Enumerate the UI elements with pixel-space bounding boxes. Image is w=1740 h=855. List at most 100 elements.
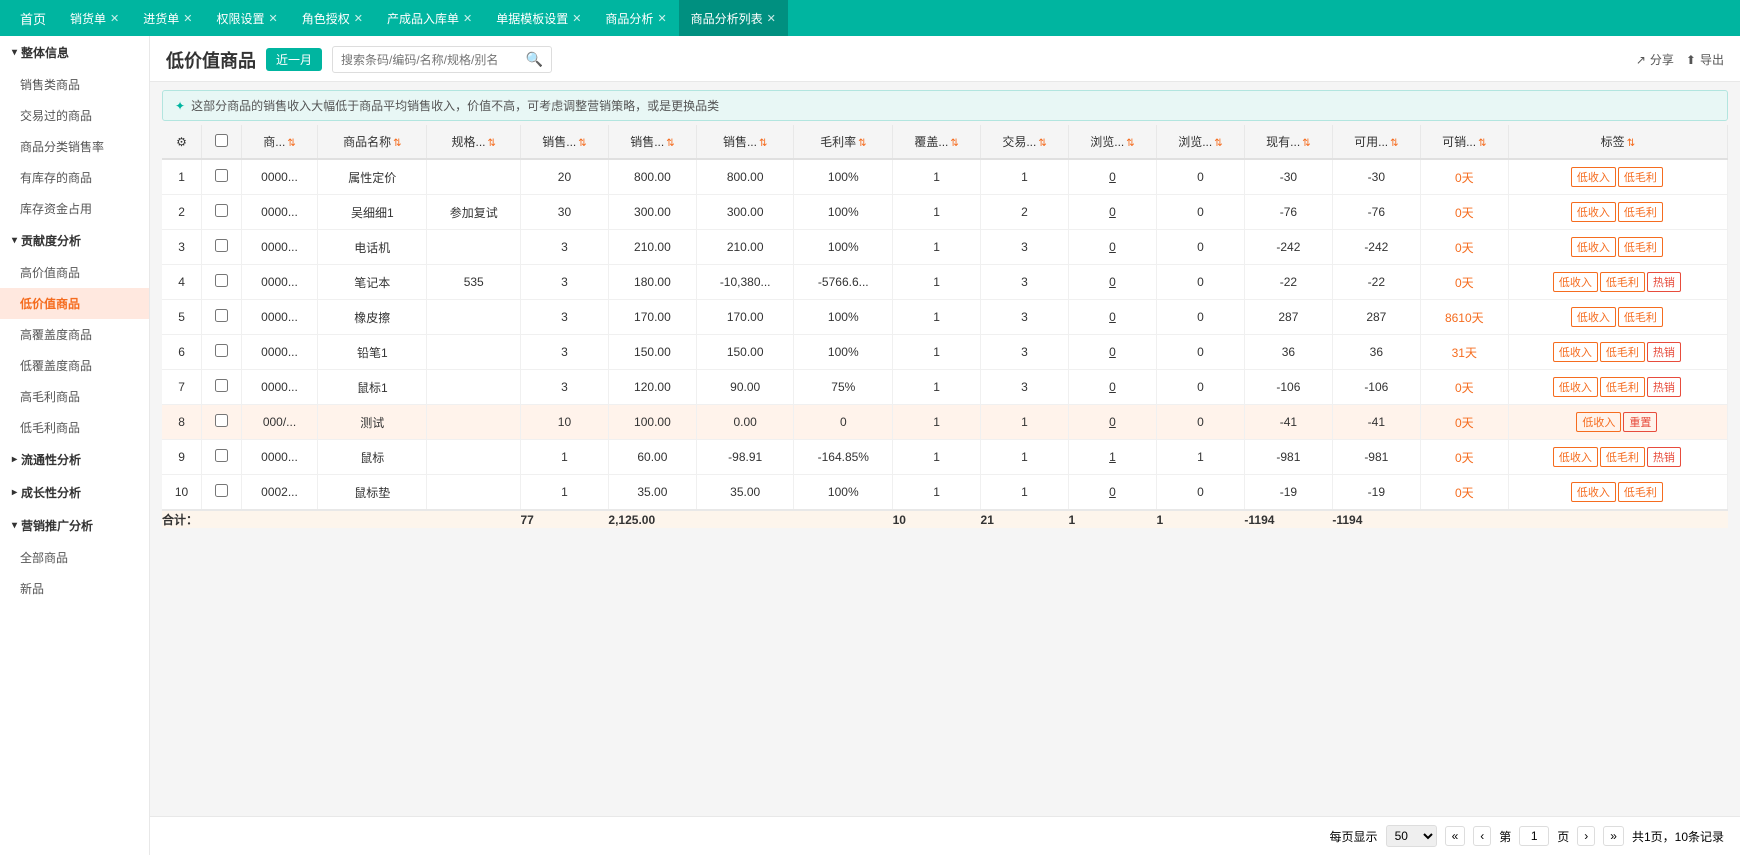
view1-link[interactable]: 0 (1109, 345, 1116, 359)
col-margin[interactable]: 毛利率⇅ (794, 125, 893, 159)
nav-permission[interactable]: 权限设置 ✕ (204, 0, 289, 36)
nav-close-product-in[interactable]: ✕ (463, 12, 472, 25)
col-sale2[interactable]: 销售...⇅ (608, 125, 696, 159)
sidebar-group-overall[interactable]: ▾整体信息 (0, 36, 149, 69)
share-icon: ↗ (1636, 53, 1646, 67)
sidebar-item-sales-goods[interactable]: 销售类商品 (0, 69, 149, 100)
sidebar-item-traded-goods[interactable]: 交易过的商品 (0, 100, 149, 131)
col-code[interactable]: 商...⇅ (241, 125, 317, 159)
cell-checkbox[interactable] (202, 475, 242, 511)
sidebar-group-marketing[interactable]: ▾营销推广分析 (0, 509, 149, 542)
col-name[interactable]: 商品名称⇅ (318, 125, 427, 159)
col-view2[interactable]: 浏览...⇅ (1156, 125, 1244, 159)
row-checkbox[interactable] (215, 169, 228, 182)
col-trade[interactable]: 交易...⇅ (981, 125, 1069, 159)
nav-close-purchase[interactable]: ✕ (183, 12, 192, 25)
row-checkbox[interactable] (215, 379, 228, 392)
horizontal-scrollbar[interactable] (162, 808, 1728, 816)
sidebar-group-contribution[interactable]: ▾贡献度分析 (0, 224, 149, 257)
share-button[interactable]: ↗ 分享 (1636, 51, 1674, 68)
export-button[interactable]: ⬆ 导出 (1686, 51, 1724, 68)
nav-template[interactable]: 单据模板设置 ✕ (484, 0, 593, 36)
sidebar-item-high-margin[interactable]: 高毛利商品 (0, 381, 149, 412)
row-checkbox[interactable] (215, 204, 228, 217)
nav-close-product-analysis-list[interactable]: ✕ (767, 12, 776, 25)
nav-close-product-analysis[interactable]: ✕ (657, 12, 666, 25)
sidebar-item-low-coverage[interactable]: 低覆盖度商品 (0, 350, 149, 381)
nav-close-sales[interactable]: ✕ (110, 12, 119, 25)
cell-checkbox[interactable] (202, 195, 242, 230)
tag-label: 重置 (1623, 412, 1657, 432)
col-checkbox[interactable] (202, 125, 242, 159)
col-stock2[interactable]: 可用...⇅ (1332, 125, 1420, 159)
row-checkbox[interactable] (215, 239, 228, 252)
view1-link[interactable]: 0 (1109, 380, 1116, 394)
col-cover[interactable]: 覆盖...⇅ (893, 125, 981, 159)
cell-cover: 1 (893, 370, 981, 405)
col-stock3[interactable]: 可销...⇅ (1420, 125, 1508, 159)
nav-close-template[interactable]: ✕ (572, 12, 581, 25)
nav-product-in[interactable]: 产成品入库单 ✕ (375, 0, 484, 36)
view1-link[interactable]: 0 (1109, 205, 1116, 219)
search-icon[interactable]: 🔍 (526, 51, 543, 68)
nav-close-role[interactable]: ✕ (354, 12, 363, 25)
cell-spec (427, 230, 520, 265)
col-stock1[interactable]: 现有...⇅ (1244, 125, 1332, 159)
nav-home[interactable]: 首页 (8, 0, 58, 36)
sidebar-group-flow[interactable]: ▸流通性分析 (0, 443, 149, 476)
col-spec[interactable]: 规格...⇅ (427, 125, 520, 159)
cell-checkbox[interactable] (202, 440, 242, 475)
sidebar-item-low-margin[interactable]: 低毛利商品 (0, 412, 149, 443)
sidebar-item-high-value[interactable]: 高价值商品 (0, 257, 149, 288)
nav-role[interactable]: 角色授权 ✕ (290, 0, 375, 36)
view1-link[interactable]: 0 (1109, 485, 1116, 499)
sidebar-item-category-rate[interactable]: 商品分类销售率 (0, 131, 149, 162)
filter-recent-month-button[interactable]: 近一月 (266, 48, 322, 71)
col-sale3[interactable]: 销售...⇅ (696, 125, 794, 159)
view1-link[interactable]: 0 (1109, 415, 1116, 429)
select-all-checkbox[interactable] (215, 134, 228, 147)
row-checkbox[interactable] (215, 449, 228, 462)
cell-checkbox[interactable] (202, 300, 242, 335)
sidebar-item-new-goods[interactable]: 新品 (0, 573, 149, 604)
row-checkbox[interactable] (215, 274, 228, 287)
next-page-button[interactable]: › (1577, 826, 1595, 846)
first-page-button[interactable]: « (1445, 826, 1466, 846)
sidebar-item-stock-fund[interactable]: 库存资金占用 (0, 193, 149, 224)
search-input[interactable] (341, 53, 520, 67)
cell-checkbox[interactable] (202, 370, 242, 405)
last-page-button[interactable]: » (1603, 826, 1624, 846)
row-checkbox[interactable] (215, 309, 228, 322)
view1-link[interactable]: 0 (1109, 240, 1116, 254)
sidebar-item-all-goods[interactable]: 全部商品 (0, 542, 149, 573)
cell-checkbox[interactable] (202, 335, 242, 370)
nav-product-analysis-list[interactable]: 商品分析列表 ✕ (679, 0, 788, 36)
col-sale1[interactable]: 销售...⇅ (520, 125, 608, 159)
col-view1[interactable]: 浏览...⇅ (1069, 125, 1157, 159)
sidebar-group-growth[interactable]: ▸成长性分析 (0, 476, 149, 509)
row-checkbox[interactable] (215, 344, 228, 357)
col-settings[interactable]: ⚙ (162, 125, 202, 159)
cell-checkbox[interactable] (202, 405, 242, 440)
row-checkbox[interactable] (215, 414, 228, 427)
sidebar-item-high-coverage[interactable]: 高覆盖度商品 (0, 319, 149, 350)
nav-close-permission[interactable]: ✕ (269, 12, 278, 25)
view1-link[interactable]: 0 (1109, 170, 1116, 184)
cell-checkbox[interactable] (202, 159, 242, 195)
col-tags[interactable]: 标签⇅ (1508, 125, 1727, 159)
nav-sales[interactable]: 销货单 ✕ (58, 0, 131, 36)
row-checkbox[interactable] (215, 484, 228, 497)
view1-link[interactable]: 1 (1109, 450, 1116, 464)
sidebar-item-low-value[interactable]: 低价值商品 (0, 288, 149, 319)
prev-page-button[interactable]: ‹ (1473, 826, 1491, 846)
per-page-select[interactable]: 50 100 200 (1386, 825, 1437, 847)
view1-link[interactable]: 0 (1109, 310, 1116, 324)
nav-purchase[interactable]: 进货单 ✕ (131, 0, 204, 36)
cell-checkbox[interactable] (202, 265, 242, 300)
view1-link[interactable]: 0 (1109, 275, 1116, 289)
cell-trade: 3 (981, 300, 1069, 335)
sidebar-item-stock-goods[interactable]: 有库存的商品 (0, 162, 149, 193)
cell-checkbox[interactable] (202, 230, 242, 265)
page-number-input[interactable] (1519, 826, 1549, 846)
nav-product-analysis[interactable]: 商品分析 ✕ (593, 0, 678, 36)
